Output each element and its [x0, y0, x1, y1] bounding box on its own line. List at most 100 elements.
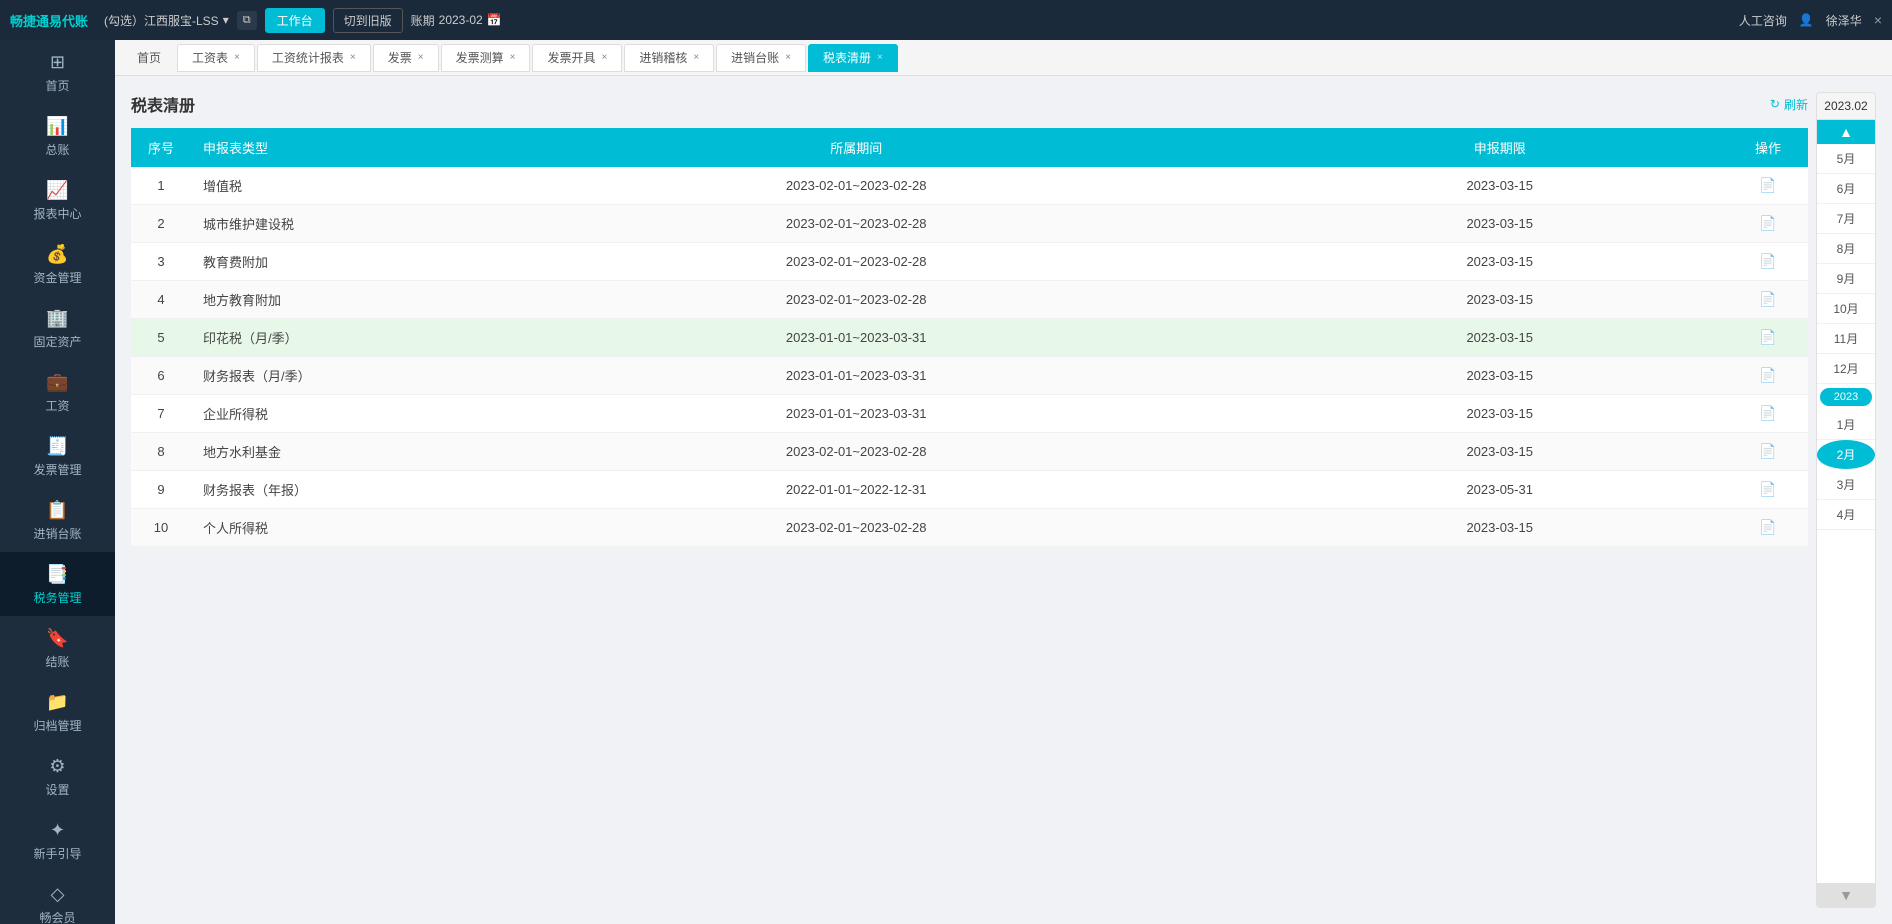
cell-action[interactable]: 📄	[1728, 471, 1808, 509]
cell-seq: 3	[131, 243, 191, 281]
tab-close-purchase-ledger[interactable]: ×	[785, 52, 791, 63]
refresh-button[interactable]: ↻ 刷新	[1770, 96, 1808, 113]
tab-salary-table[interactable]: 工资表 ×	[177, 44, 255, 72]
sidebar-item-settle[interactable]: 🔖 结账	[0, 616, 115, 680]
cell-seq: 6	[131, 357, 191, 395]
calendar-month-12[interactable]: 12月	[1817, 354, 1875, 384]
cell-type: 企业所得税	[191, 395, 441, 433]
consult-button[interactable]: 人工咨询	[1739, 12, 1787, 29]
action-icon[interactable]: 📄	[1759, 177, 1776, 193]
calendar-month-5[interactable]: 5月	[1817, 144, 1875, 174]
calendar-month-7[interactable]: 7月	[1817, 204, 1875, 234]
cell-period: 2023-02-01~2023-02-28	[441, 205, 1271, 243]
tab-purchase-check[interactable]: 进销稽核 ×	[624, 44, 714, 72]
cell-action[interactable]: 📄	[1728, 395, 1808, 433]
archive-icon: 📁	[46, 692, 68, 713]
calendar-month-11[interactable]: 11月	[1817, 324, 1875, 354]
cell-action[interactable]: 📄	[1728, 509, 1808, 547]
close-icon[interactable]: ×	[1874, 12, 1882, 28]
cell-period: 2023-01-01~2023-03-31	[441, 357, 1271, 395]
sidebar-item-home[interactable]: ⊞ 首页	[0, 40, 115, 104]
calendar-month-2-active[interactable]: 2月	[1817, 440, 1875, 470]
tab-close-tax-list[interactable]: ×	[877, 52, 883, 63]
tab-tax-list[interactable]: 税表清册 ×	[808, 44, 898, 72]
action-icon[interactable]: 📄	[1759, 291, 1776, 307]
top-bar: 畅捷通易代账 (勾选）江西服宝-LSS ▾ ⧉ 工作台 切到旧版 账期 2023…	[0, 0, 1892, 40]
cell-seq: 1	[131, 167, 191, 205]
cell-type: 财务报表（年报）	[191, 471, 441, 509]
tab-close-invoice-calc[interactable]: ×	[510, 52, 516, 63]
cell-deadline: 2023-03-15	[1271, 509, 1728, 547]
cell-action[interactable]: 📄	[1728, 319, 1808, 357]
tab-invoice-open[interactable]: 发票开具 ×	[532, 44, 622, 72]
action-icon[interactable]: 📄	[1759, 481, 1776, 497]
tab-close-invoice[interactable]: ×	[418, 52, 424, 63]
calendar-nav-up[interactable]: ▲	[1817, 120, 1875, 144]
copy-icon-btn[interactable]: ⧉	[237, 11, 257, 30]
sidebar-item-fund[interactable]: 💰 资金管理	[0, 232, 115, 296]
tab-home[interactable]: 首页	[123, 44, 175, 72]
workbench-button[interactable]: 工作台	[265, 8, 325, 33]
cell-type: 增值税	[191, 167, 441, 205]
table-row: 6 财务报表（月/季） 2023-01-01~2023-03-31 2023-0…	[131, 357, 1808, 395]
tab-salary-report[interactable]: 工资统计报表 ×	[257, 44, 371, 72]
cell-action[interactable]: 📄	[1728, 243, 1808, 281]
sidebar-label-settings: 设置	[45, 781, 69, 798]
company-selector[interactable]: (勾选）江西服宝-LSS ▾	[104, 12, 229, 29]
sidebar-item-invoice[interactable]: 🧾 发票管理	[0, 424, 115, 488]
cell-deadline: 2023-03-15	[1271, 281, 1728, 319]
action-icon[interactable]: 📄	[1759, 405, 1776, 421]
calendar-month-10[interactable]: 10月	[1817, 294, 1875, 324]
calendar-month-4[interactable]: 4月	[1817, 500, 1875, 530]
action-icon[interactable]: 📄	[1759, 329, 1776, 345]
action-icon[interactable]: 📄	[1759, 443, 1776, 459]
calendar-icon[interactable]: 📅	[487, 13, 502, 27]
calendar-month-6[interactable]: 6月	[1817, 174, 1875, 204]
table-row: 2 城市维护建设税 2023-02-01~2023-02-28 2023-03-…	[131, 205, 1808, 243]
cell-action[interactable]: 📄	[1728, 205, 1808, 243]
sidebar-item-tax[interactable]: 📑 税务管理	[0, 552, 115, 616]
action-icon[interactable]: 📄	[1759, 519, 1776, 535]
sidebar-item-settings[interactable]: ⚙ 设置	[0, 744, 115, 808]
cell-action[interactable]: 📄	[1728, 281, 1808, 319]
action-icon[interactable]: 📄	[1759, 253, 1776, 269]
tab-invoice-calc[interactable]: 发票测算 ×	[441, 44, 531, 72]
sidebar-item-report[interactable]: 📈 报表中心	[0, 168, 115, 232]
table-row: 7 企业所得税 2023-01-01~2023-03-31 2023-03-15…	[131, 395, 1808, 433]
sidebar-item-ledger[interactable]: 📊 总账	[0, 104, 115, 168]
sidebar-item-assets[interactable]: 🏢 固定资产	[0, 296, 115, 360]
switch-old-button[interactable]: 切到旧版	[333, 8, 403, 33]
cell-action[interactable]: 📄	[1728, 167, 1808, 205]
tab-invoice[interactable]: 发票 ×	[373, 44, 439, 72]
cell-deadline: 2023-05-31	[1271, 471, 1728, 509]
cell-seq: 7	[131, 395, 191, 433]
cell-action[interactable]: 📄	[1728, 433, 1808, 471]
main-section: 税表清册 ↻ 刷新 序号 申报表类型 所属期间 申报期限 操作	[131, 92, 1808, 908]
action-icon[interactable]: 📄	[1759, 215, 1776, 231]
table-row: 1 增值税 2023-02-01~2023-02-28 2023-03-15 📄	[131, 167, 1808, 205]
col-seq: 序号	[131, 128, 191, 167]
sidebar-label-tax: 税务管理	[33, 589, 81, 606]
action-icon[interactable]: 📄	[1759, 367, 1776, 383]
calendar-month-9[interactable]: 9月	[1817, 264, 1875, 294]
calendar-month-1[interactable]: 1月	[1817, 410, 1875, 440]
user-name[interactable]: 徐泽华	[1826, 12, 1862, 29]
cell-deadline: 2023-03-15	[1271, 167, 1728, 205]
tab-purchase-ledger[interactable]: 进销台账 ×	[716, 44, 806, 72]
sidebar-item-guide[interactable]: ✦ 新手引导	[0, 808, 115, 872]
tax-table: 序号 申报表类型 所属期间 申报期限 操作 1 增值税 2023-02-01~2…	[131, 128, 1808, 547]
tab-close-salary-table[interactable]: ×	[234, 52, 240, 63]
calendar-nav-down[interactable]: ▼	[1817, 883, 1875, 907]
tab-close-invoice-open[interactable]: ×	[601, 52, 607, 63]
tab-close-purchase-check[interactable]: ×	[693, 52, 699, 63]
sidebar-label-salary: 工资	[45, 397, 69, 414]
sidebar-item-archive[interactable]: 📁 归档管理	[0, 680, 115, 744]
calendar-month-8[interactable]: 8月	[1817, 234, 1875, 264]
sidebar-item-salary[interactable]: 💼 工资	[0, 360, 115, 424]
sidebar-item-purchase[interactable]: 📋 进销台账	[0, 488, 115, 552]
tab-close-salary-report[interactable]: ×	[350, 52, 356, 63]
calendar-month-3[interactable]: 3月	[1817, 470, 1875, 500]
sidebar-item-member[interactable]: ◇ 畅会员	[0, 872, 115, 924]
cell-action[interactable]: 📄	[1728, 357, 1808, 395]
sidebar-label-guide: 新手引导	[33, 845, 81, 862]
